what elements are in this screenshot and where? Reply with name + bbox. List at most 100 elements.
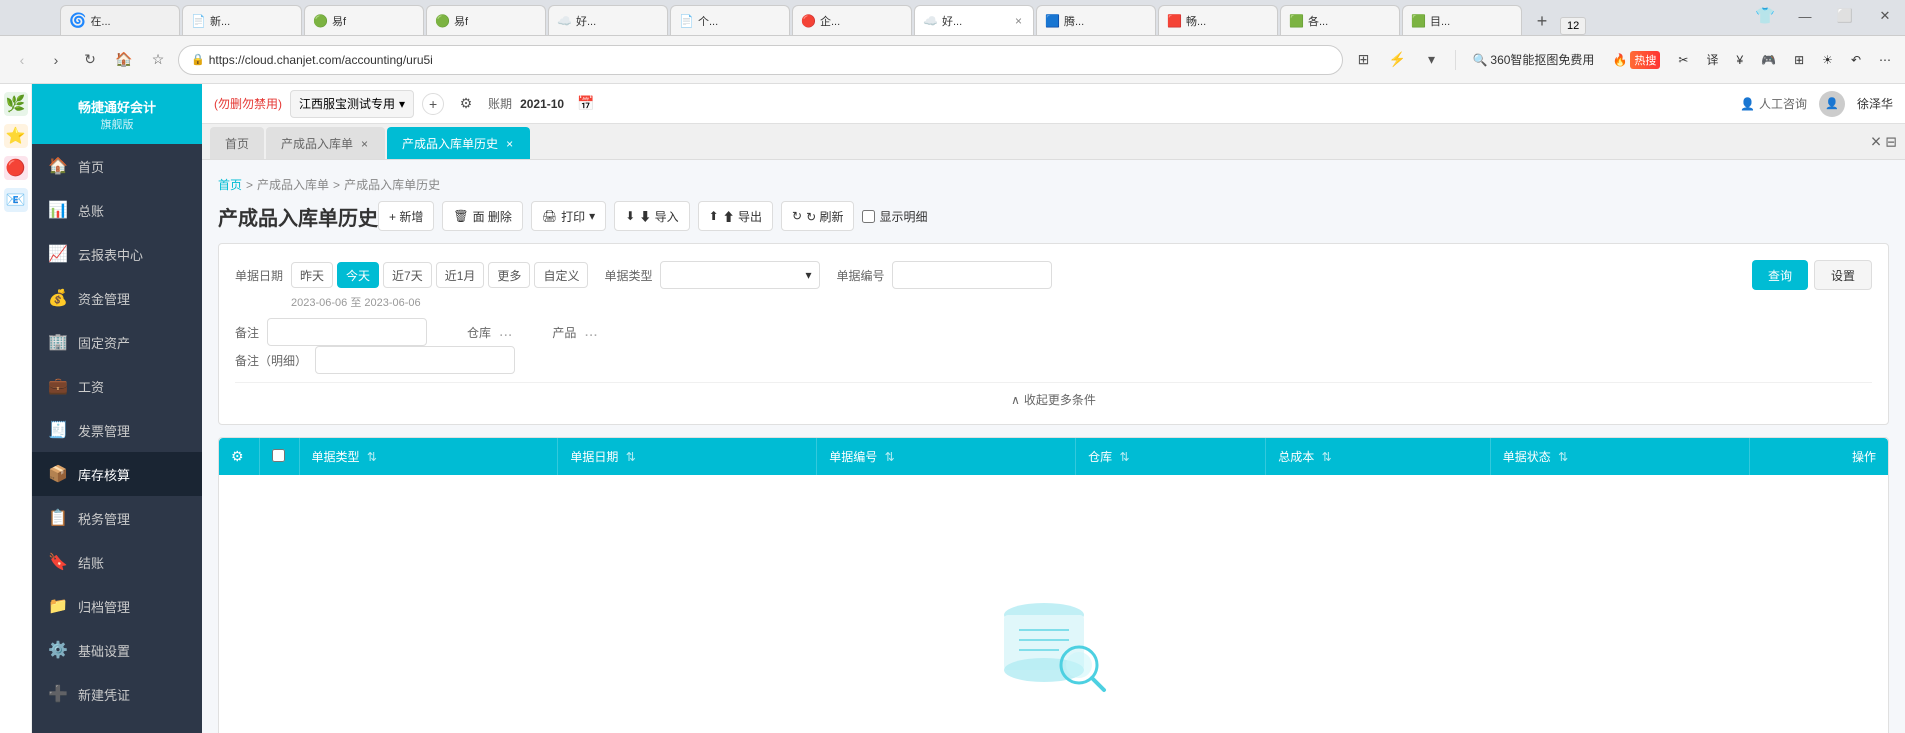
date-btn-custom[interactable]: 自定义 — [534, 262, 588, 288]
print-button[interactable]: 🖨 打印 ▾ — [531, 201, 606, 231]
bookmark-button[interactable]: ☆ — [144, 46, 172, 74]
grid-btn[interactable]: ⊞ — [1788, 46, 1810, 74]
extensions-button[interactable]: ⊞ — [1349, 46, 1377, 74]
tab-4[interactable]: 🟢 易f — [426, 5, 546, 35]
settings-btn[interactable]: ⋯ — [1873, 46, 1897, 74]
yuan-btn[interactable]: ¥ — [1730, 46, 1749, 74]
sidebar-item-label: 结账 — [78, 553, 104, 572]
sidebar-item-archive[interactable]: 📁 归档管理 — [32, 584, 202, 628]
tab-5[interactable]: ☁️ 好... — [548, 5, 668, 35]
translate-btn[interactable]: 译 — [1700, 46, 1724, 74]
tab-8-close[interactable]: × — [1012, 13, 1025, 29]
search-toolbar[interactable]: 🔍 360智能抠图免费用 — [1466, 46, 1600, 74]
page-tab-product-inbound[interactable]: 产成品入库单 × — [266, 127, 385, 159]
sidebar-item-invoice[interactable]: 🧾 发票管理 — [32, 408, 202, 452]
tab-8[interactable]: ☁️ 好... × — [914, 5, 1034, 35]
date-btn-more[interactable]: 更多 — [488, 262, 530, 288]
page-tab-product-inbound-close[interactable]: × — [359, 137, 370, 151]
date-btn-1month[interactable]: 近1月 — [436, 262, 485, 288]
browser-ext-4[interactable]: 📧 — [4, 188, 28, 212]
company-settings-button[interactable]: ⚙ — [452, 90, 480, 118]
sidebar-item-inventory[interactable]: 📦 库存核算 — [32, 452, 202, 496]
th-total-cost[interactable]: 总成本 ⇅ — [1266, 438, 1491, 475]
maximize-button[interactable]: ⬜ — [1825, 1, 1865, 31]
user-service-btn[interactable]: 👤 人工咨询 — [1740, 95, 1807, 112]
tab-6[interactable]: 📄 个... — [670, 5, 790, 35]
add-company-button[interactable]: + — [422, 93, 444, 115]
game-btn[interactable]: 🎮 — [1755, 46, 1782, 74]
refresh-button[interactable]: ↻ ↻ 刷新 — [781, 201, 854, 231]
address-input[interactable]: 🔒 https://cloud.chanjet.com/accounting/u… — [178, 45, 1343, 75]
collapse-panel-icon[interactable]: ⊟ — [1885, 133, 1897, 150]
tab-11[interactable]: 🟩 各... — [1280, 5, 1400, 35]
theme-btn[interactable]: ☀ — [1816, 46, 1839, 74]
browser-ext-3[interactable]: 🔴 — [4, 156, 28, 180]
sidebar-item-fund[interactable]: 💰 资金管理 — [32, 276, 202, 320]
sidebar-item-new-voucher[interactable]: ➕ 新建凭证 — [32, 672, 202, 716]
select-all-checkbox[interactable] — [272, 449, 285, 462]
close-button[interactable]: ✕ — [1865, 1, 1905, 31]
new-button[interactable]: + 新增 — [378, 201, 434, 231]
tab-7[interactable]: 🔴 企... — [792, 5, 912, 35]
date-btn-7days[interactable]: 近7天 — [383, 262, 432, 288]
remark-detail-input[interactable] — [315, 346, 515, 374]
remark-input[interactable] — [267, 318, 427, 346]
delete-button[interactable]: 🗑 面 删除 — [442, 201, 523, 231]
refresh-button[interactable]: ↻ — [76, 46, 104, 74]
page-tab-history-close[interactable]: × — [504, 137, 515, 151]
import-button[interactable]: ⬇ ⬇ 导入 — [614, 201, 689, 231]
calendar-icon[interactable]: 📅 — [572, 90, 600, 118]
th-doc-date[interactable]: 单据日期 ⇅ — [558, 438, 817, 475]
th-doc-no[interactable]: 单据编号 ⇅ — [817, 438, 1076, 475]
company-select[interactable]: 江西服宝测试专用 ▾ — [290, 90, 414, 118]
show-detail-checkbox[interactable]: 显示明细 — [862, 208, 927, 225]
home-button[interactable]: 🏠 — [110, 46, 138, 74]
hot-search-btn[interactable]: 🔥 热搜 — [1606, 46, 1666, 74]
history-btn[interactable]: ↶ — [1845, 46, 1867, 74]
chevron-down-button[interactable]: ▾ — [1417, 46, 1445, 74]
browser-ext-1[interactable]: 🌿 — [4, 92, 28, 116]
tab-10[interactable]: 🟥 畅... — [1158, 5, 1278, 35]
collapse-button[interactable]: ∧ 收起更多条件 — [235, 382, 1872, 408]
th-settings[interactable]: ⚙ — [219, 438, 259, 475]
sidebar-item-settlement[interactable]: 🔖 结账 — [32, 540, 202, 584]
doc-no-input[interactable] — [892, 261, 1052, 289]
new-tab-button[interactable]: + — [1528, 7, 1556, 35]
sidebar-item-cloud-report[interactable]: 📈 云报表中心 — [32, 232, 202, 276]
sidebar-item-basic[interactable]: ⚙️ 基础设置 — [32, 628, 202, 672]
sidebar-item-home[interactable]: 🏠 首页 — [32, 144, 202, 188]
breadcrumb-home[interactable]: 首页 — [218, 176, 242, 193]
settings-button[interactable]: 设置 — [1814, 260, 1872, 290]
close-panel-icon[interactable]: × — [1871, 131, 1882, 152]
forward-button[interactable]: › — [42, 46, 70, 74]
date-btn-yesterday[interactable]: 昨天 — [291, 262, 333, 288]
tab-2[interactable]: 📄 新... — [182, 5, 302, 35]
doc-type-select[interactable]: ▾ — [660, 261, 820, 289]
sidebar-item-tax[interactable]: 📋 税务管理 — [32, 496, 202, 540]
show-detail-input[interactable] — [862, 210, 875, 223]
shirt-icon-btn[interactable]: 👕 — [1745, 1, 1785, 31]
th-warehouse[interactable]: 仓库 ⇅ — [1076, 438, 1266, 475]
doc-type-chevron: ▾ — [805, 268, 811, 282]
back-button[interactable]: ‹ — [8, 46, 36, 74]
tab-9[interactable]: 🟦 腾... — [1036, 5, 1156, 35]
minimize-button[interactable]: — — [1785, 1, 1825, 31]
tab-12[interactable]: 🟩 目... — [1402, 5, 1522, 35]
export-button[interactable]: ⬆ ⬆ 导出 — [698, 201, 773, 231]
query-button[interactable]: 查询 — [1752, 260, 1808, 290]
page-toolbar: + 新增 🗑 面 删除 🖨 打印 ▾ ⬇ ⬇ 导入 — [378, 201, 927, 231]
date-btn-today[interactable]: 今天 — [337, 262, 379, 288]
tab-1[interactable]: 🌀 在... — [60, 5, 180, 35]
sidebar-item-fixed-asset[interactable]: 🏢 固定资产 — [32, 320, 202, 364]
th-doc-status[interactable]: 单据状态 ⇅ — [1490, 438, 1749, 475]
sidebar-item-payroll[interactable]: 💼 工资 — [32, 364, 202, 408]
th-doc-type[interactable]: 单据类型 ⇅ — [299, 438, 558, 475]
scissors-btn[interactable]: ✂ — [1672, 46, 1694, 74]
page-tab-history[interactable]: 产成品入库单历史 × — [387, 127, 530, 159]
th-checkbox[interactable] — [259, 438, 299, 475]
lightning-button[interactable]: ⚡ — [1383, 46, 1411, 74]
browser-ext-2[interactable]: ⭐ — [4, 124, 28, 148]
sidebar-item-ledger[interactable]: 📊 总账 — [32, 188, 202, 232]
tab-3[interactable]: 🟢 易f — [304, 5, 424, 35]
page-tab-home[interactable]: 首页 — [210, 127, 264, 159]
